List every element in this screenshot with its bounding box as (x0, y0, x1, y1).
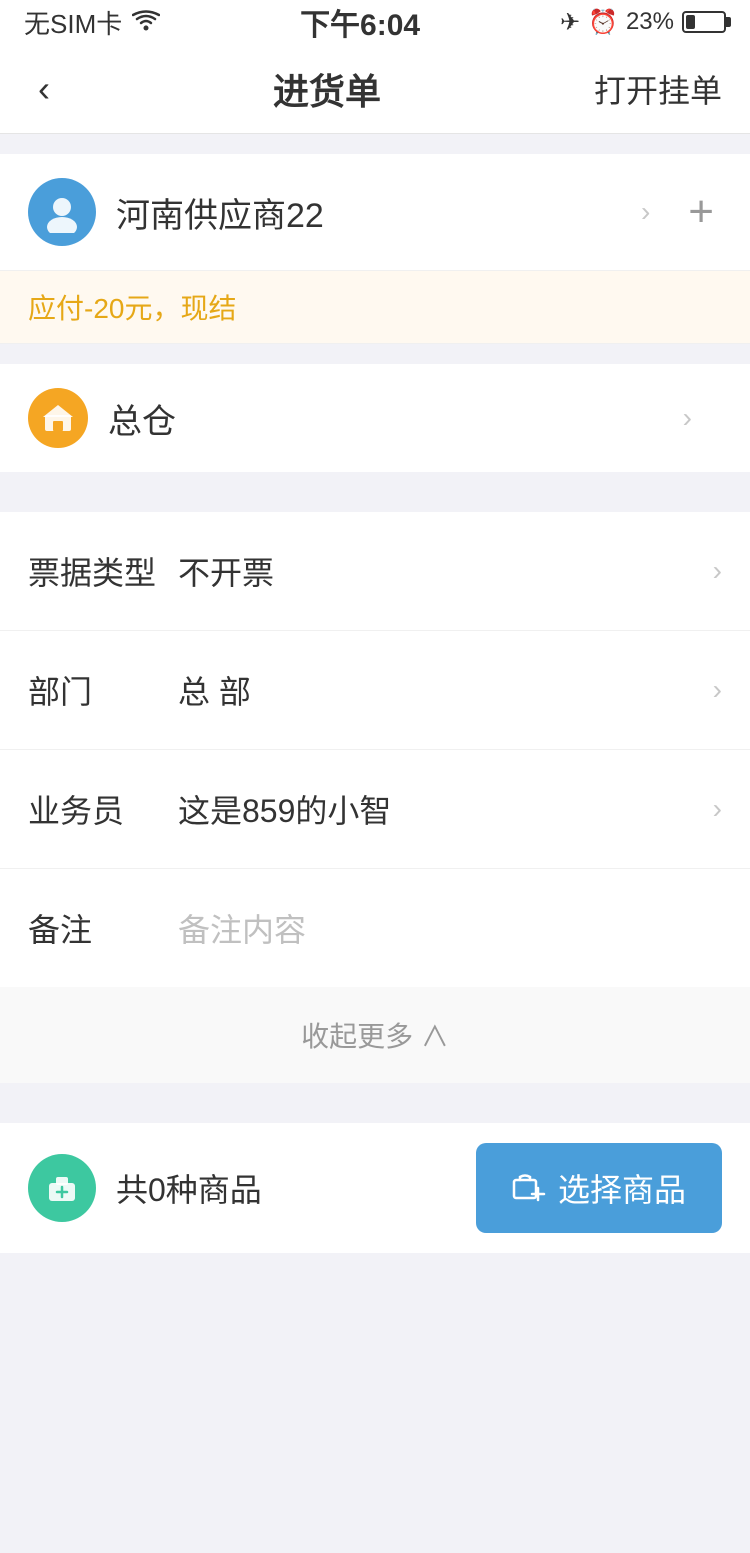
product-icon (28, 1154, 96, 1222)
invoice-label: 票据类型 (28, 548, 158, 594)
back-button[interactable]: ‹ (28, 58, 60, 120)
carrier-label: 无SIM卡 (24, 4, 122, 41)
battery-percent: 23% (626, 8, 674, 36)
battery-icon (682, 11, 726, 33)
status-bar: 无SIM卡 下午6:04 ✈ ⏰ 23% (0, 0, 750, 44)
salesperson-value: 这是859的小智 (158, 786, 713, 832)
invoice-value: 不开票 (158, 548, 713, 594)
department-label: 部门 (28, 667, 158, 713)
status-right: ✈ ⏰ 23% (560, 8, 726, 37)
department-row[interactable]: 部门 总 部 › (0, 631, 750, 750)
status-time: 下午6:04 (300, 0, 420, 44)
invoice-chevron-icon: › (713, 555, 722, 587)
wifi-icon (132, 7, 160, 38)
section-gap-1 (0, 134, 750, 154)
warehouse-name: 总仓 (108, 394, 683, 443)
product-bar: 共0种商品 选择商品 (0, 1123, 750, 1253)
section-gap-3 (0, 472, 750, 492)
warehouse-card[interactable]: 总仓 › (0, 364, 750, 472)
salesperson-label: 业务员 (28, 786, 158, 832)
supplier-card: 河南供应商22 › + 应付-20元，现结 (0, 154, 750, 344)
remark-input[interactable]: 备注内容 (158, 905, 722, 951)
supplier-name: 河南供应商22 (116, 188, 641, 237)
salesperson-row[interactable]: 业务员 这是859的小智 › (0, 750, 750, 869)
nav-bar: ‹ 进货单 打开挂单 (0, 44, 750, 134)
status-left: 无SIM卡 (24, 4, 160, 41)
invoice-row[interactable]: 票据类型 不开票 › (0, 512, 750, 631)
collapse-label: 收起更多 ∧ (301, 1015, 449, 1055)
remark-label: 备注 (28, 905, 158, 951)
department-value: 总 部 (158, 667, 713, 713)
select-product-button[interactable]: 选择商品 (476, 1143, 722, 1233)
department-chevron-icon: › (713, 674, 722, 706)
form-card: 票据类型 不开票 › 部门 总 部 › 业务员 这是859的小智 › 备注 备注… (0, 512, 750, 987)
supplier-avatar (28, 178, 96, 246)
notice-bar: 应付-20元，现结 (0, 271, 750, 344)
remark-row[interactable]: 备注 备注内容 (0, 869, 750, 987)
product-count: 共0种商品 (116, 1165, 456, 1211)
alarm-icon: ⏰ (588, 8, 618, 37)
salesperson-chevron-icon: › (713, 793, 722, 825)
page-title: 进货单 (273, 63, 381, 115)
supplier-row[interactable]: 河南供应商22 › + (0, 154, 750, 271)
notice-text: 应付-20元，现结 (28, 293, 236, 324)
select-product-label: 选择商品 (558, 1165, 686, 1211)
collapse-button[interactable]: 收起更多 ∧ (0, 987, 750, 1083)
warehouse-chevron-icon: › (683, 402, 692, 434)
warehouse-row[interactable]: 总仓 › (0, 364, 750, 472)
open-pending-button[interactable]: 打开挂单 (594, 66, 722, 112)
add-supplier-button[interactable]: + (680, 187, 722, 237)
supplier-chevron-icon: › (641, 196, 650, 228)
warehouse-icon (28, 388, 88, 448)
background-fill (0, 1253, 750, 1553)
location-icon: ✈ (560, 8, 580, 37)
section-gap-4 (0, 1083, 750, 1103)
section-gap-2 (0, 344, 750, 364)
